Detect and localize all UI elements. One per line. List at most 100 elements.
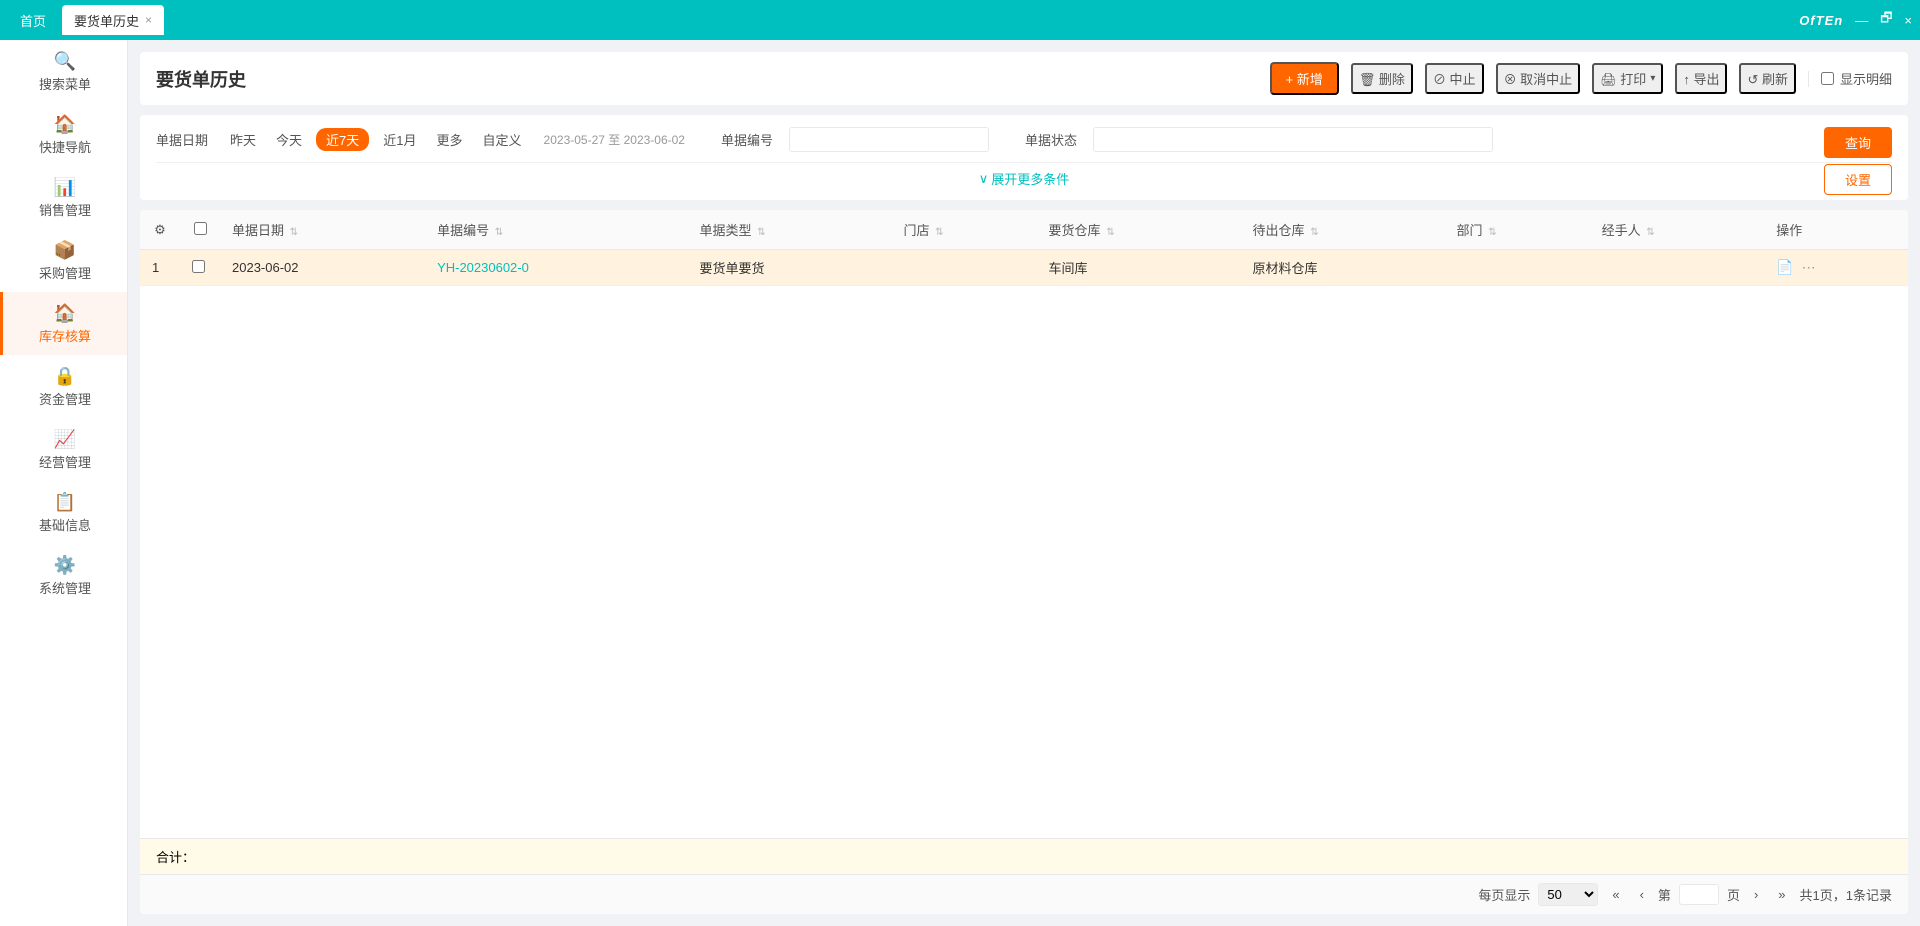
row-more-icon[interactable]: ⋯ <box>1802 259 1816 276</box>
filter-settings-button[interactable]: 设置 <box>1824 164 1892 195</box>
new-button[interactable]: + 新增 <box>1270 62 1339 95</box>
sidebar-item-operation-label: 经营管理 <box>39 452 91 471</box>
wait-warehouse-sort-icon[interactable]: ⇅ <box>1310 227 1318 238</box>
query-button[interactable]: 查询 <box>1824 127 1892 158</box>
sidebar-item-sales[interactable]: 📊 销售管理 <box>0 166 127 229</box>
expand-button[interactable]: ∨ 展开更多条件 <box>979 169 1070 188</box>
stop-button[interactable]: ⊘ 中止 <box>1425 63 1484 94</box>
top-bar-right: OfTEn — 🗗 × <box>1799 9 1912 31</box>
row-number-link[interactable]: YH-20230602-0 <box>437 260 529 275</box>
sidebar-item-operation[interactable]: 📈 经营管理 <box>0 418 127 481</box>
sidebar-item-search-menu[interactable]: 🔍 搜索菜单 <box>0 40 127 103</box>
top-bar: 首页 要货单历史 × OfTEn — 🗗 × <box>0 0 1920 40</box>
toolbar: + 新增 🗑 删除 ⊘ 中止 ⊗ 取消中止 🖨 打印 ▾ ↑ 导出 ↺ 刷新 显… <box>1270 62 1892 95</box>
col-header-store[interactable]: 门店 ⇅ <box>891 210 1036 250</box>
filter-row-main: 单据日期 昨天 今天 近7天 近1月 更多 自定义 2023-05-27 至 2… <box>156 127 1892 152</box>
last-page-btn[interactable]: » <box>1772 885 1791 904</box>
sales-icon: 📊 <box>54 178 76 196</box>
store-sort-icon[interactable]: ⇅ <box>935 227 943 238</box>
sidebar-item-inventory-label: 库存核算 <box>39 326 91 345</box>
export-button[interactable]: ↑ 导出 <box>1675 63 1727 94</box>
display-detail-checkbox[interactable] <box>1821 72 1834 85</box>
purchase-icon: 📦 <box>54 241 76 259</box>
req-warehouse-sort-icon[interactable]: ⇅ <box>1106 227 1114 238</box>
table-header-row: ⚙ 单据日期 ⇅ 单据编号 ⇅ <box>140 210 1908 250</box>
row-checkbox[interactable] <box>192 260 205 273</box>
date-option-more[interactable]: 更多 <box>431 128 469 151</box>
delete-button[interactable]: 🗑 删除 <box>1351 63 1413 94</box>
sidebar-item-quick-nav[interactable]: 🏠 快捷导航 <box>0 103 127 166</box>
row-actions: 📄 ⋯ <box>1764 250 1908 286</box>
table-area: ⚙ 单据日期 ⇅ 单据编号 ⇅ <box>140 210 1908 914</box>
print-button[interactable]: 🖨 打印 ▾ <box>1592 63 1663 94</box>
col-header-type[interactable]: 单据类型 ⇅ <box>687 210 891 250</box>
page-header: 要货单历史 + 新增 🗑 删除 ⊘ 中止 ⊗ 取消中止 🖨 打印 ▾ ↑ 导出 … <box>140 52 1908 105</box>
col-header-check <box>180 210 220 250</box>
display-detail-label: 显示明细 <box>1840 69 1892 88</box>
date-option-today[interactable]: 今天 <box>270 128 308 151</box>
per-page-label: 每页显示 <box>1478 885 1530 904</box>
col-header-handler[interactable]: 经手人 ⇅ <box>1590 210 1765 250</box>
first-page-btn[interactable]: « <box>1606 885 1625 904</box>
col-header-settings[interactable]: ⚙ <box>140 210 180 250</box>
page-label: 第 <box>1658 885 1671 904</box>
sidebar-item-quick-label: 快捷导航 <box>39 137 91 156</box>
row-store <box>891 250 1036 286</box>
refresh-button[interactable]: ↺ 刷新 <box>1739 63 1796 94</box>
date-option-7days[interactable]: 近7天 <box>316 128 369 151</box>
sidebar-item-system[interactable]: ⚙️ 系统管理 <box>0 544 127 607</box>
date-option-1month[interactable]: 近1月 <box>377 128 422 151</box>
sidebar-item-inventory[interactable]: 🏠 库存核算 <box>0 292 127 355</box>
row-edit-icon[interactable]: 📄 <box>1776 259 1793 276</box>
date-sort-icon[interactable]: ⇅ <box>290 227 298 238</box>
table-row: 1 2023-06-02 YH-20230602-0 要货单要货 车间库 <box>140 250 1908 286</box>
row-index: 1 <box>140 250 180 286</box>
col-header-date[interactable]: 单据日期 ⇅ <box>220 210 425 250</box>
brand-label: OfTEn <box>1799 13 1843 28</box>
summary-row: 合计： <box>140 838 1908 874</box>
select-all-checkbox[interactable] <box>194 222 207 235</box>
filter-area: 单据日期 昨天 今天 近7天 近1月 更多 自定义 2023-05-27 至 2… <box>140 115 1908 200</box>
col-header-department[interactable]: 部门 ⇅ <box>1445 210 1590 250</box>
sidebar-item-purchase[interactable]: 📦 采购管理 <box>0 229 127 292</box>
close-btn[interactable]: × <box>1904 13 1912 28</box>
sidebar-item-basic-info[interactable]: 📋 基础信息 <box>0 481 127 544</box>
display-detail-toggle[interactable]: 显示明细 <box>1821 69 1892 88</box>
search-menu-icon: 🔍 <box>54 52 76 70</box>
tab-requisition-label: 要货单历史 <box>74 11 139 30</box>
settings-icon[interactable]: ⚙ <box>154 222 166 237</box>
minimize-btn[interactable]: — <box>1855 13 1868 28</box>
current-page-input[interactable]: 1 <box>1679 884 1719 905</box>
row-type: 要货单要货 <box>687 250 891 286</box>
tab-close-icon[interactable]: × <box>145 13 152 27</box>
next-page-btn[interactable]: › <box>1748 885 1764 904</box>
date-option-custom[interactable]: 自定义 <box>477 128 528 151</box>
tab-home-label: 首页 <box>20 11 46 30</box>
filter-expand-row: ∨ 展开更多条件 <box>156 162 1892 188</box>
handler-sort-icon[interactable]: ⇅ <box>1646 227 1654 238</box>
department-sort-icon[interactable]: ⇅ <box>1488 227 1496 238</box>
finance-icon: 🔒 <box>54 367 76 385</box>
operation-icon: 📈 <box>54 430 76 448</box>
type-sort-icon[interactable]: ⇅ <box>757 227 765 238</box>
number-sort-icon[interactable]: ⇅ <box>495 227 503 238</box>
date-option-yesterday[interactable]: 昨天 <box>224 128 262 151</box>
tab-home[interactable]: 首页 <box>8 5 58 35</box>
doc-number-input[interactable] <box>789 127 989 152</box>
cancel-stop-button[interactable]: ⊗ 取消中止 <box>1496 63 1581 94</box>
status-input[interactable] <box>1093 127 1493 152</box>
sidebar-item-finance[interactable]: 🔒 资金管理 <box>0 355 127 418</box>
sidebar-item-system-label: 系统管理 <box>39 578 91 597</box>
col-header-wait-warehouse[interactable]: 待出仓库 ⇅ <box>1241 210 1445 250</box>
per-page-select[interactable]: 50 100 200 <box>1538 883 1598 906</box>
sidebar-item-search-label: 搜索菜单 <box>39 74 91 93</box>
restore-btn[interactable]: 🗗 <box>1880 9 1892 31</box>
status-label: 单据状态 <box>1025 130 1077 149</box>
date-filter-label: 单据日期 <box>156 130 208 149</box>
basic-info-icon: 📋 <box>54 493 76 511</box>
col-header-req-warehouse[interactable]: 要货仓库 ⇅ <box>1037 210 1241 250</box>
col-header-number[interactable]: 单据编号 ⇅ <box>425 210 687 250</box>
print-dropdown-icon[interactable]: ▾ <box>1650 73 1655 84</box>
prev-page-btn[interactable]: ‹ <box>1634 885 1650 904</box>
tab-requisition-history[interactable]: 要货单历史 × <box>62 5 164 35</box>
